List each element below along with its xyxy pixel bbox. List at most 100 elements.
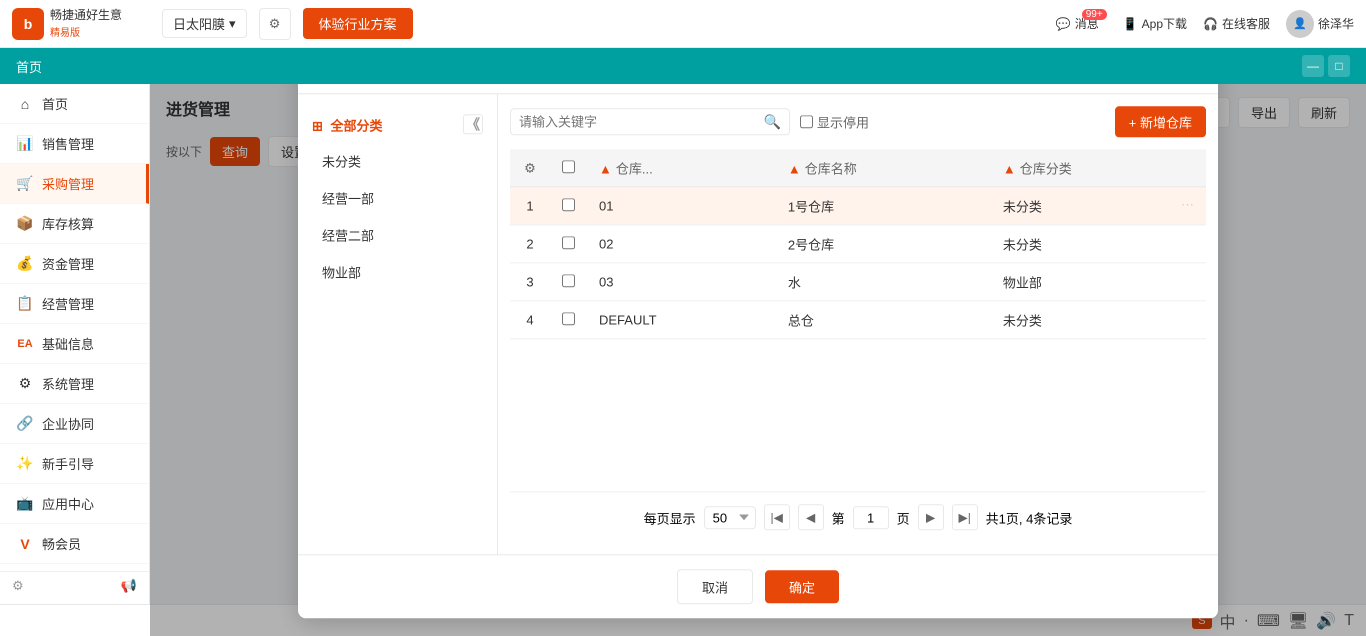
headset-icon: 🎧: [1203, 17, 1218, 31]
row-code: 01: [587, 187, 776, 225]
user-item[interactable]: 👤 徐泽华: [1286, 10, 1354, 38]
maximize-button[interactable]: □: [1328, 55, 1350, 77]
row-checkbox[interactable]: [550, 187, 587, 225]
row-category: 物业部: [991, 263, 1206, 301]
col-name: ▲仓库名称: [776, 149, 991, 187]
row-name: 1号仓库: [776, 187, 991, 225]
header-right: 💬 消息 99+ 📱 App下载 🎧 在线客服 👤 徐泽华: [1056, 10, 1354, 38]
sidebar-item-home[interactable]: ⌂ 首页: [0, 84, 149, 124]
modal-header: 仓库 ✕: [298, 84, 1218, 94]
sidebar-item-sales[interactable]: 📊 销售管理: [0, 124, 149, 164]
sidebar-item-system[interactable]: ⚙ 系统管理: [0, 364, 149, 404]
all-category-label[interactable]: 全部分类: [331, 118, 383, 133]
settings-button[interactable]: ⚙: [259, 8, 291, 40]
logo-icon: b: [12, 8, 44, 40]
table-row[interactable]: 2 02 2号仓库 未分类: [510, 225, 1206, 263]
table-row[interactable]: 3 03 水 物业部: [510, 263, 1206, 301]
category-panel: ⊞ 全部分类 《 未分类 经营一部 经营二部 物业部: [298, 94, 498, 554]
sales-icon: 📊: [16, 135, 34, 153]
sidebar-item-guide[interactable]: ✨ 新手引导: [0, 444, 149, 484]
cancel-button[interactable]: 取消: [677, 569, 753, 604]
row-name: 2号仓库: [776, 225, 991, 263]
warehouse-modal: 仓库 ✕ ⊞ 全部分类 《 未分类 经营一部 经营二部 物业部: [298, 84, 1218, 618]
finance-icon: 💰: [16, 255, 34, 273]
sidebar-item-finance[interactable]: 💰 资金管理: [0, 244, 149, 284]
sidebar-label-operations: 经营管理: [42, 294, 94, 313]
app-center-icon: 📺: [16, 495, 34, 513]
window-controls: — □: [1302, 55, 1350, 77]
table-panel: 🔍 显示停用 + 新增仓库 ⚙ ▲仓库.: [498, 94, 1218, 554]
settings-bottom-icon[interactable]: ⚙: [12, 578, 24, 594]
select-all-checkbox[interactable]: [562, 160, 575, 173]
row-actions[interactable]: ···: [1181, 196, 1194, 211]
sidebar-label-sales: 销售管理: [42, 134, 94, 153]
sidebar-label-finance: 资金管理: [42, 254, 94, 273]
sidebar: ⌂ 首页 📊 销售管理 🛒 采购管理 📦 库存核算 💰 资金管理 📋 经营管理 …: [0, 84, 150, 636]
sidebar-label-guide: 新手引导: [42, 454, 94, 473]
per-page-select[interactable]: 50 10 20 100: [704, 506, 756, 529]
per-page-label: 每页显示: [644, 508, 696, 527]
row-checkbox[interactable]: [550, 263, 587, 301]
next-page-button[interactable]: ▶: [918, 504, 944, 530]
sidebar-label-enterprise: 企业协同: [42, 414, 94, 433]
logo-area: b 畅捷通好生意 精易版: [12, 8, 162, 40]
col-settings: ⚙: [510, 149, 550, 187]
modal-footer: 取消 确定: [298, 554, 1218, 618]
category-item-dept1[interactable]: 经营一部: [298, 179, 497, 216]
avatar: 👤: [1286, 10, 1314, 38]
trial-button[interactable]: 体验行业方案: [303, 8, 413, 39]
page-number-input[interactable]: [853, 506, 889, 529]
online-service-item[interactable]: 🎧 在线客服: [1203, 15, 1270, 32]
system-icon: ⚙: [16, 375, 34, 393]
modal-body: ⊞ 全部分类 《 未分类 经营一部 经营二部 物业部 🔍: [298, 94, 1218, 554]
search-input[interactable]: [519, 114, 758, 129]
table-row[interactable]: 1 01 1号仓库 未分类 ···: [510, 187, 1206, 225]
store-selector[interactable]: 日太阳膜 ▾: [162, 9, 247, 38]
breadcrumb-home[interactable]: 首页: [16, 57, 42, 76]
confirm-button[interactable]: 确定: [765, 570, 839, 603]
show-disabled-checkbox[interactable]: 显示停用: [800, 112, 869, 131]
table-row[interactable]: 4 DEFAULT 总仓 未分类: [510, 301, 1206, 339]
category-item-property[interactable]: 物业部: [298, 253, 497, 290]
sidebar-item-basic-info[interactable]: EA 基础信息: [0, 324, 149, 364]
phone-icon: 📱: [1123, 17, 1138, 31]
add-warehouse-button[interactable]: + 新增仓库: [1115, 106, 1206, 137]
sidebar-item-operations[interactable]: 📋 经营管理: [0, 284, 149, 324]
prev-page-button[interactable]: ◀: [798, 504, 824, 530]
category-item-unclassified[interactable]: 未分类: [298, 142, 497, 179]
show-disabled-check[interactable]: [800, 115, 813, 128]
row-code: 02: [587, 225, 776, 263]
col-checkbox: [550, 149, 587, 187]
first-page-button[interactable]: |◀: [764, 504, 790, 530]
message-item[interactable]: 💬 消息 99+: [1056, 15, 1099, 32]
sidebar-item-app-center[interactable]: 📺 应用中心: [0, 484, 149, 524]
enterprise-icon: 🔗: [16, 415, 34, 433]
minimize-button[interactable]: —: [1302, 55, 1324, 77]
sidebar-item-enterprise[interactable]: 🔗 企业协同: [0, 404, 149, 444]
logo-text: 畅捷通好生意 精易版: [50, 8, 122, 39]
top-header: b 畅捷通好生意 精易版 日太阳膜 ▾ ⚙ 体验行业方案 💬 消息 99+ 📱 …: [0, 0, 1366, 48]
row-num: 4: [510, 301, 550, 339]
message-badge: 99+: [1082, 9, 1107, 20]
category-item-dept2[interactable]: 经营二部: [298, 216, 497, 253]
search-input-wrap[interactable]: 🔍: [510, 108, 790, 135]
row-category: 未分类: [991, 301, 1206, 339]
collapse-arrow[interactable]: 《: [463, 114, 483, 134]
row-checkbox[interactable]: [550, 225, 587, 263]
app-download-item[interactable]: 📱 App下载: [1123, 15, 1187, 32]
expand-icon[interactable]: 📢: [121, 578, 137, 594]
search-icon[interactable]: 🔍: [764, 113, 781, 130]
content-area: 进货管理 印 导出 刷新 按以下 查询 设置 仓库 ✕: [150, 84, 1366, 636]
sidebar-item-inventory[interactable]: 📦 库存核算: [0, 204, 149, 244]
table-toolbar: 🔍 显示停用 + 新增仓库: [510, 106, 1206, 137]
row-num: 1: [510, 187, 550, 225]
sidebar-item-member[interactable]: V 畅会员: [0, 524, 149, 564]
basic-info-icon: EA: [16, 335, 34, 353]
sidebar-label-purchase: 采购管理: [42, 174, 94, 193]
grid-icon: ⊞: [312, 118, 323, 133]
sidebar-item-purchase[interactable]: 🛒 采购管理: [0, 164, 149, 204]
row-checkbox[interactable]: [550, 301, 587, 339]
last-page-button[interactable]: ▶|: [952, 504, 978, 530]
pagination-bar: 每页显示 50 10 20 100 |◀ ◀ 第 页 ▶ ▶|: [510, 491, 1206, 542]
sidebar-label-system: 系统管理: [42, 374, 94, 393]
